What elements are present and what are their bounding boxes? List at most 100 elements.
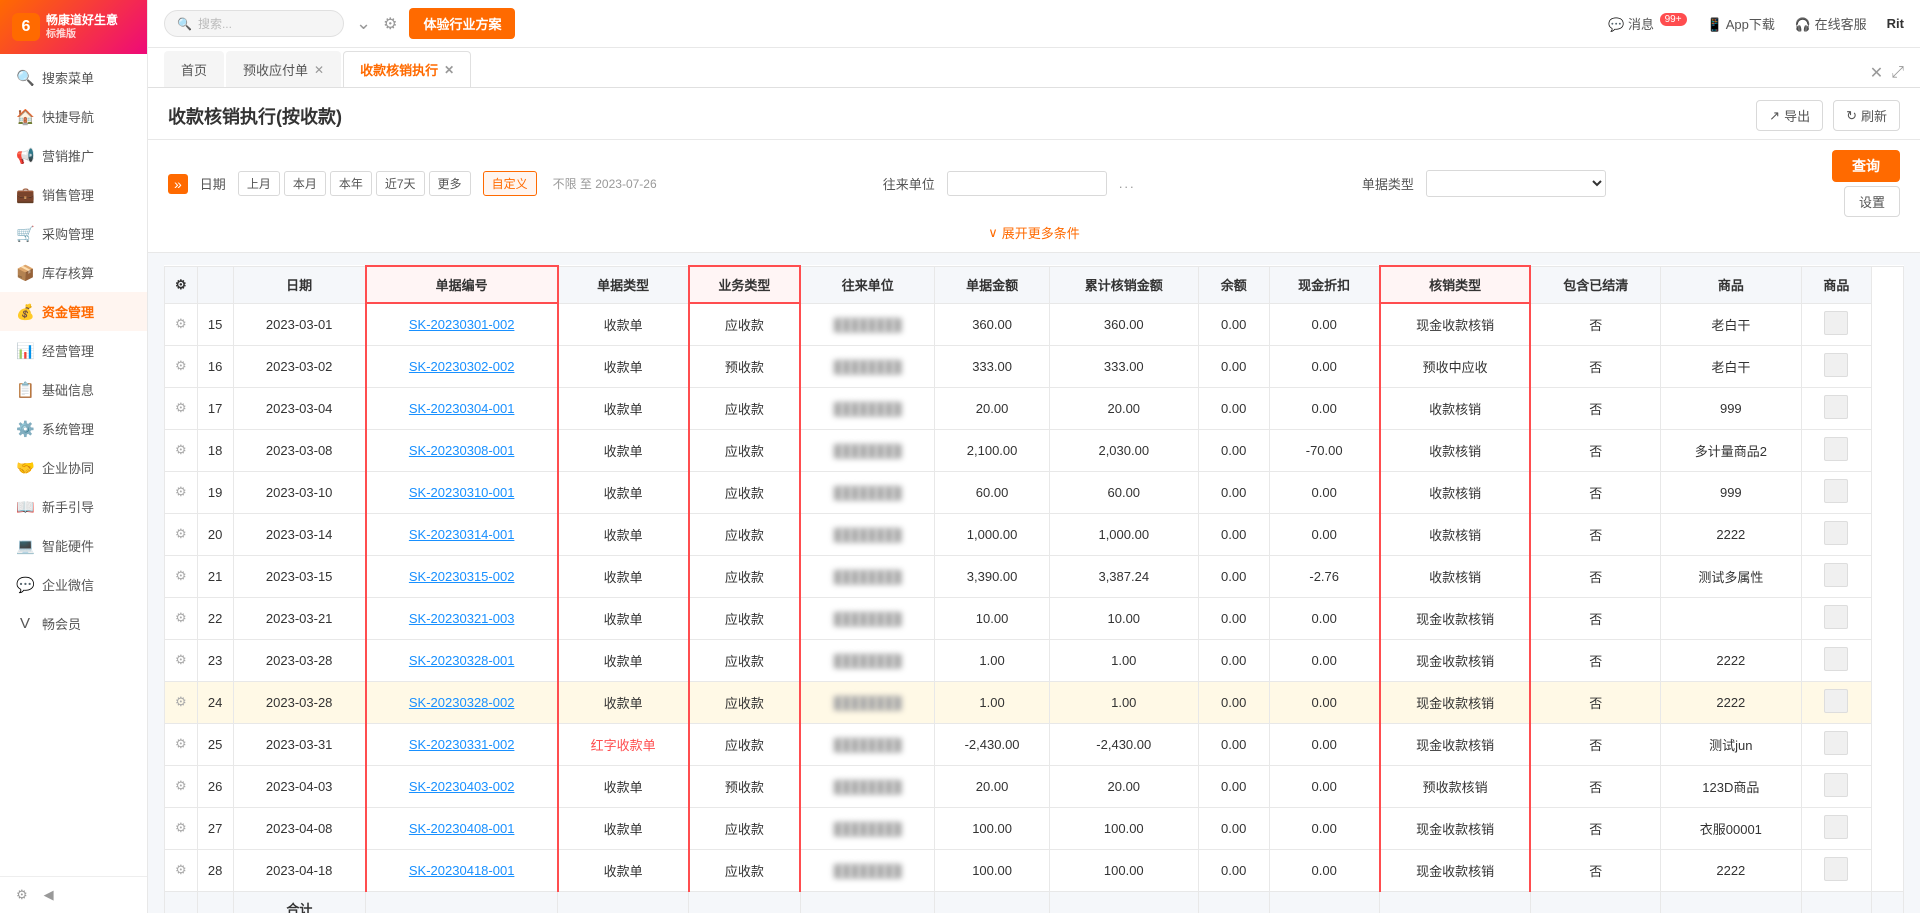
voucher-link-21[interactable]: SK-20230315-002 — [409, 569, 515, 584]
expand-icon[interactable]: » — [168, 174, 188, 194]
voucher-link-20[interactable]: SK-20230314-001 — [409, 527, 515, 542]
search-bar[interactable]: 🔍 搜索... — [164, 10, 344, 37]
row-voucher-no-27[interactable]: SK-20230408-001 — [366, 807, 558, 849]
online-service-link[interactable]: 🎧 在线客服 — [1795, 14, 1867, 33]
row-voucher-no-18[interactable]: SK-20230308-001 — [366, 429, 558, 471]
tab-close-collection[interactable]: ✕ — [444, 63, 454, 77]
expand-tab-icon[interactable]: ⤢ — [1891, 64, 1904, 82]
row-gear-icon[interactable]: ⚙ — [175, 610, 187, 625]
partner-input[interactable] — [947, 171, 1107, 196]
date-btn-上月[interactable]: 上月 — [238, 171, 280, 196]
sidebar-item-wechat[interactable]: 💬企业微信 — [0, 565, 147, 604]
tab-prepay[interactable]: 预收应付单✕ — [226, 51, 341, 87]
app-download-link[interactable]: 📱 App下载 — [1707, 14, 1775, 33]
row-voucher-no-19[interactable]: SK-20230310-001 — [366, 471, 558, 513]
voucher-link-26[interactable]: SK-20230403-002 — [409, 779, 515, 794]
export-button[interactable]: ↗ 导出 — [1756, 100, 1823, 131]
voucher-link-27[interactable]: SK-20230408-001 — [409, 821, 515, 836]
row-settings-18[interactable]: ⚙ — [165, 429, 198, 471]
setting-button[interactable]: 设置 — [1844, 186, 1900, 217]
voucher-link-23[interactable]: SK-20230328-001 — [409, 653, 515, 668]
row-settings-17[interactable]: ⚙ — [165, 387, 198, 429]
row-settings-19[interactable]: ⚙ — [165, 471, 198, 513]
row-gear-icon[interactable]: ⚙ — [175, 820, 187, 835]
row-settings-16[interactable]: ⚙ — [165, 345, 198, 387]
voucher-link-22[interactable]: SK-20230321-003 — [409, 611, 515, 626]
voucher-link-16[interactable]: SK-20230302-002 — [409, 359, 515, 374]
voucher-link-28[interactable]: SK-20230418-001 — [409, 863, 515, 878]
sidebar-item-sales[interactable]: 💼销售管理 — [0, 175, 147, 214]
date-btn-本月[interactable]: 本月 — [284, 171, 326, 196]
sidebar-item-shortcut[interactable]: 🏠快捷导航 — [0, 97, 147, 136]
expand-more-button[interactable]: ∨ 展开更多条件 — [988, 223, 1080, 242]
dropdown-arrow[interactable]: ⌄ — [356, 13, 371, 34]
voucher-type-select[interactable] — [1426, 170, 1606, 197]
row-voucher-no-23[interactable]: SK-20230328-001 — [366, 639, 558, 681]
sidebar-item-collab[interactable]: 🤝企业协同 — [0, 448, 147, 487]
sidebar-item-finance[interactable]: 💰资金管理 — [0, 292, 147, 331]
sidebar-item-guide[interactable]: 📖新手引导 — [0, 487, 147, 526]
date-btn-近7天[interactable]: 近7天 — [376, 171, 425, 196]
row-settings-15[interactable]: ⚙ — [165, 303, 198, 345]
row-gear-icon[interactable]: ⚙ — [175, 652, 187, 667]
query-button[interactable]: 查询 — [1832, 150, 1900, 182]
sidebar-item-basic[interactable]: 📋基础信息 — [0, 370, 147, 409]
collapse-icon[interactable]: ◀ — [44, 887, 54, 903]
gear-icon[interactable]: ⚙ — [383, 14, 397, 34]
voucher-link-19[interactable]: SK-20230310-001 — [409, 485, 515, 500]
row-settings-28[interactable]: ⚙ — [165, 849, 198, 891]
sidebar-item-operations[interactable]: 📊经营管理 — [0, 331, 147, 370]
voucher-link-18[interactable]: SK-20230308-001 — [409, 443, 515, 458]
row-settings-20[interactable]: ⚙ — [165, 513, 198, 555]
sidebar-item-hardware[interactable]: 💻智能硬件 — [0, 526, 147, 565]
row-voucher-no-20[interactable]: SK-20230314-001 — [366, 513, 558, 555]
row-settings-21[interactable]: ⚙ — [165, 555, 198, 597]
date-btn-本年[interactable]: 本年 — [330, 171, 372, 196]
row-voucher-no-28[interactable]: SK-20230418-001 — [366, 849, 558, 891]
settings-bottom-icon[interactable]: ⚙ — [16, 887, 28, 903]
custom-date-button[interactable]: 自定义 — [483, 171, 537, 196]
tab-collection[interactable]: 收款核销执行✕ — [343, 51, 471, 87]
close-tab-icon[interactable]: ✕ — [1870, 63, 1883, 83]
row-settings-27[interactable]: ⚙ — [165, 807, 198, 849]
sidebar-item-inventory[interactable]: 📦库存核算 — [0, 253, 147, 292]
sidebar-item-marketing[interactable]: 📢营销推广 — [0, 136, 147, 175]
row-gear-icon[interactable]: ⚙ — [175, 862, 187, 877]
voucher-link-15[interactable]: SK-20230301-002 — [409, 317, 515, 332]
voucher-link-24[interactable]: SK-20230328-002 — [409, 695, 515, 710]
sidebar-item-purchase[interactable]: 🛒采购管理 — [0, 214, 147, 253]
row-gear-icon[interactable]: ⚙ — [175, 400, 187, 415]
filter-expand-toggle[interactable]: » — [168, 174, 188, 194]
row-gear-icon[interactable]: ⚙ — [175, 442, 187, 457]
table-scroll[interactable]: ⚙日期单据编号单据类型业务类型往来单位单据金额累计核销金额余额现金折扣核销类型包… — [164, 265, 1904, 913]
row-settings-22[interactable]: ⚙ — [165, 597, 198, 639]
row-voucher-no-17[interactable]: SK-20230304-001 — [366, 387, 558, 429]
solution-button[interactable]: 体验行业方案 — [409, 8, 515, 39]
tab-home[interactable]: 首页 — [164, 51, 224, 87]
row-gear-icon[interactable]: ⚙ — [175, 484, 187, 499]
row-settings-23[interactable]: ⚙ — [165, 639, 198, 681]
row-voucher-no-26[interactable]: SK-20230403-002 — [366, 765, 558, 807]
date-btn-更多[interactable]: 更多 — [429, 171, 471, 196]
row-settings-26[interactable]: ⚙ — [165, 765, 198, 807]
row-settings-25[interactable]: ⚙ — [165, 723, 198, 765]
refresh-button[interactable]: ↻ 刷新 — [1833, 100, 1900, 131]
row-voucher-no-25[interactable]: SK-20230331-002 — [366, 723, 558, 765]
sidebar-item-system[interactable]: ⚙️系统管理 — [0, 409, 147, 448]
sidebar-item-vip[interactable]: V畅会员 — [0, 604, 147, 643]
row-gear-icon[interactable]: ⚙ — [175, 736, 187, 751]
voucher-link-25[interactable]: SK-20230331-002 — [409, 737, 515, 752]
sidebar-item-search[interactable]: 🔍搜索菜单 — [0, 58, 147, 97]
row-voucher-no-15[interactable]: SK-20230301-002 — [366, 303, 558, 345]
row-gear-icon[interactable]: ⚙ — [175, 694, 187, 709]
row-voucher-no-21[interactable]: SK-20230315-002 — [366, 555, 558, 597]
row-gear-icon[interactable]: ⚙ — [175, 568, 187, 583]
message-link[interactable]: 💬 消息 99+ — [1608, 14, 1686, 33]
row-voucher-no-22[interactable]: SK-20230321-003 — [366, 597, 558, 639]
row-gear-icon[interactable]: ⚙ — [175, 526, 187, 541]
row-voucher-no-16[interactable]: SK-20230302-002 — [366, 345, 558, 387]
row-voucher-no-24[interactable]: SK-20230328-002 — [366, 681, 558, 723]
row-gear-icon[interactable]: ⚙ — [175, 358, 187, 373]
row-gear-icon[interactable]: ⚙ — [175, 316, 187, 331]
row-settings-24[interactable]: ⚙ — [165, 681, 198, 723]
